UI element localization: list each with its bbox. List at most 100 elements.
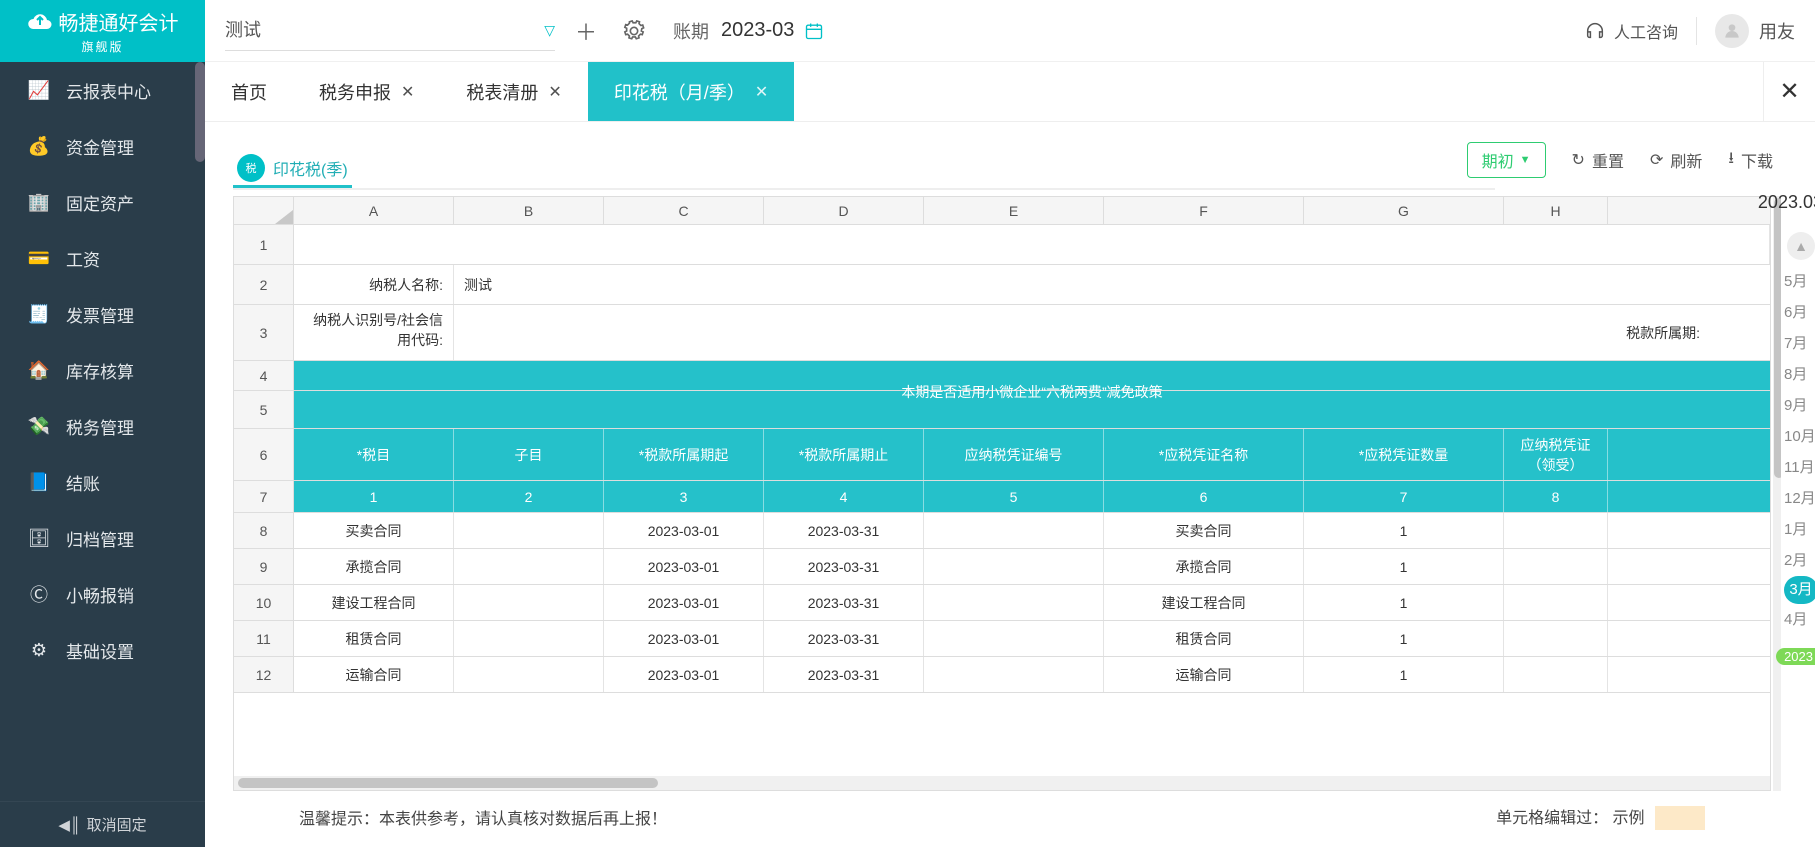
- period-month[interactable]: 8月: [1784, 359, 1815, 390]
- period-month[interactable]: 6月: [1784, 297, 1815, 328]
- row-header[interactable]: 10: [234, 585, 294, 620]
- company-selector[interactable]: 测试 ▽: [225, 11, 555, 51]
- cell[interactable]: 2023-03-31: [764, 513, 924, 548]
- cell[interactable]: 买卖合同: [1104, 513, 1304, 548]
- cell[interactable]: 买卖合同: [294, 513, 454, 548]
- column-header[interactable]: A: [294, 197, 454, 224]
- column-header[interactable]: C: [604, 197, 764, 224]
- cell[interactable]: 2023-03-31: [764, 621, 924, 656]
- cell[interactable]: [454, 621, 604, 656]
- cell[interactable]: [454, 585, 604, 620]
- period-up-icon[interactable]: ▲: [1787, 232, 1815, 260]
- sidebar-item[interactable]: 🏢固定资产: [0, 174, 205, 230]
- sidebar-item[interactable]: 🧾发票管理: [0, 286, 205, 342]
- cell[interactable]: [924, 585, 1104, 620]
- cell[interactable]: [924, 621, 1104, 656]
- cell[interactable]: [454, 549, 604, 584]
- cell[interactable]: 2023-03-01: [604, 549, 764, 584]
- refresh-button[interactable]: ⟳ 刷新: [1650, 148, 1702, 172]
- consult-link[interactable]: 人工咨询: [1584, 19, 1678, 43]
- select-all-corner[interactable]: [234, 197, 294, 224]
- cell[interactable]: [454, 513, 604, 548]
- cell[interactable]: [1504, 657, 1608, 692]
- tab[interactable]: 税表清册✕: [440, 62, 587, 121]
- column-header[interactable]: H: [1504, 197, 1608, 224]
- cell[interactable]: 2023-03-31: [764, 657, 924, 692]
- period-value[interactable]: 2023-03: [721, 19, 794, 42]
- sidebar-item[interactable]: 📘结账: [0, 454, 205, 510]
- column-header[interactable]: B: [454, 197, 604, 224]
- cell[interactable]: 1: [1304, 585, 1504, 620]
- row-header[interactable]: 7: [234, 481, 294, 512]
- period-month[interactable]: 9月: [1784, 390, 1815, 421]
- period-month[interactable]: 10月: [1784, 421, 1815, 452]
- sidebar-item[interactable]: 📈云报表中心: [0, 62, 205, 118]
- cell[interactable]: 租赁合同: [1104, 621, 1304, 656]
- cell[interactable]: [1504, 513, 1608, 548]
- cell[interactable]: [454, 657, 604, 692]
- row-header[interactable]: 8: [234, 513, 294, 548]
- row-header[interactable]: 1: [234, 225, 294, 264]
- cell[interactable]: [604, 265, 1770, 304]
- row-header[interactable]: 3: [234, 305, 294, 360]
- close-all-tabs[interactable]: ✕: [1763, 62, 1815, 121]
- close-icon[interactable]: ✕: [401, 82, 414, 102]
- download-button[interactable]: ⭳ 下载: [1728, 147, 1773, 174]
- row-header[interactable]: 4: [234, 361, 294, 390]
- calendar-icon[interactable]: [804, 21, 824, 41]
- period-month[interactable]: 7月: [1784, 328, 1815, 359]
- settings-gear-icon[interactable]: [617, 14, 651, 48]
- period-month[interactable]: 2月: [1784, 545, 1815, 576]
- row-header[interactable]: 12: [234, 657, 294, 692]
- close-icon[interactable]: ✕: [548, 82, 561, 102]
- cell[interactable]: 1: [1304, 657, 1504, 692]
- period-month[interactable]: 5月: [1784, 266, 1815, 297]
- tab[interactable]: 税务申报✕: [293, 62, 440, 121]
- cell[interactable]: 2023-03-31: [764, 585, 924, 620]
- cell[interactable]: 建设工程合同: [294, 585, 454, 620]
- cell[interactable]: [924, 657, 1104, 692]
- sidebar-scrollbar[interactable]: [195, 62, 205, 162]
- cell[interactable]: 建设工程合同: [1104, 585, 1304, 620]
- period-month[interactable]: 11月: [1784, 452, 1815, 483]
- cell[interactable]: 2023-03-31: [764, 549, 924, 584]
- policy-banner[interactable]: 本期是否适用小微企业“六税两费”减免政策: [294, 373, 1770, 410]
- column-header[interactable]: D: [764, 197, 924, 224]
- row-header[interactable]: 5: [234, 391, 294, 428]
- scrollbar-thumb[interactable]: [238, 778, 658, 788]
- cell[interactable]: 1: [1304, 621, 1504, 656]
- cell[interactable]: 租赁合同: [294, 621, 454, 656]
- cell[interactable]: 运输合同: [1104, 657, 1304, 692]
- row-header[interactable]: 6: [234, 429, 294, 480]
- cell[interactable]: 承揽合同: [294, 549, 454, 584]
- tab[interactable]: 首页: [205, 62, 293, 121]
- close-icon[interactable]: ✕: [755, 82, 768, 102]
- horizontal-scrollbar[interactable]: [234, 776, 1770, 790]
- subtab-stamp-tax[interactable]: 税 印花税(季): [233, 150, 352, 188]
- add-button[interactable]: ＋: [569, 14, 603, 48]
- sidebar-item[interactable]: Ⓒ小畅报销: [0, 566, 205, 622]
- cell[interactable]: 1: [1304, 513, 1504, 548]
- column-header[interactable]: G: [1304, 197, 1504, 224]
- cell[interactable]: 2023-03-01: [604, 621, 764, 656]
- cell[interactable]: 运输合同: [294, 657, 454, 692]
- period-month[interactable]: 12月: [1784, 483, 1815, 514]
- row-header[interactable]: 11: [234, 621, 294, 656]
- cell[interactable]: [924, 513, 1104, 548]
- column-header[interactable]: F: [1104, 197, 1304, 224]
- sidebar-item[interactable]: 🏠库存核算: [0, 342, 205, 398]
- sidebar-item[interactable]: ⚙基础设置: [0, 622, 205, 678]
- sidebar-item[interactable]: 💰资金管理: [0, 118, 205, 174]
- period-month[interactable]: 3月: [1784, 576, 1815, 604]
- cell[interactable]: 2023-03-01: [604, 513, 764, 548]
- reset-button[interactable]: ↻ 重置: [1572, 148, 1624, 172]
- sidebar-item[interactable]: 🗄归档管理: [0, 510, 205, 566]
- sidebar-item[interactable]: 💸税务管理: [0, 398, 205, 454]
- sidebar-item[interactable]: 💳工资: [0, 230, 205, 286]
- cell[interactable]: 2023-03-01: [604, 657, 764, 692]
- cell[interactable]: 2023-03-01: [604, 585, 764, 620]
- period-month[interactable]: 1月: [1784, 514, 1815, 545]
- cell[interactable]: 1: [1304, 549, 1504, 584]
- period-begin-button[interactable]: 期初 ▼: [1467, 142, 1546, 178]
- column-header[interactable]: E: [924, 197, 1104, 224]
